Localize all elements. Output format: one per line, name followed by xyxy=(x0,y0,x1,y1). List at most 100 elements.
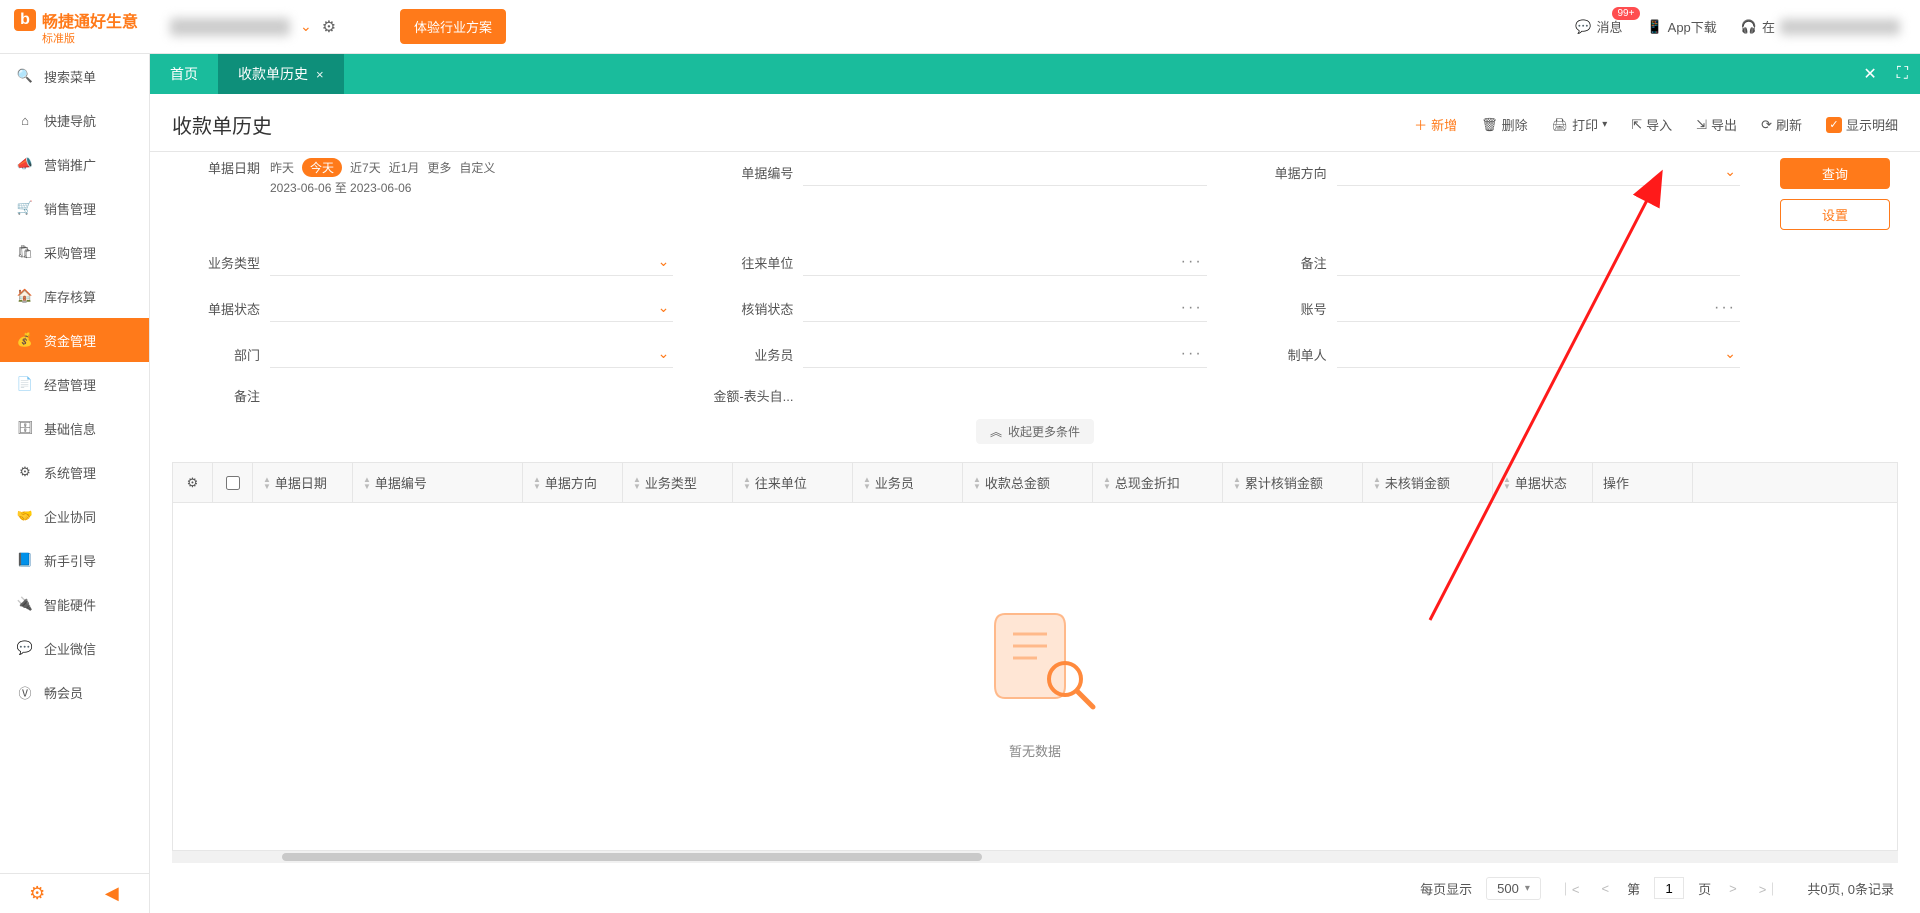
handshake-icon: 🤝 xyxy=(16,508,34,524)
refresh-button[interactable]: ⟳刷新 xyxy=(1761,115,1802,134)
col-6[interactable]: ▲▼收款总金额 xyxy=(963,463,1093,502)
support-link[interactable]: 🎧 在 xyxy=(1741,17,1900,36)
select-all-checkbox[interactable] xyxy=(213,463,253,502)
sidebar-item-vip[interactable]: Ⓥ畅会员 xyxy=(0,670,149,714)
horizontal-scrollbar[interactable] xyxy=(172,851,1898,863)
chevron-down-icon: ▾ xyxy=(1525,883,1530,894)
chevron-down-icon: ▾ xyxy=(1602,119,1607,130)
sidebar-item-bag[interactable]: 🛍采购管理 xyxy=(0,230,149,274)
filter-creator[interactable]: ⌄ xyxy=(1337,340,1740,368)
filter-amount-header[interactable]: 金额-表头自... xyxy=(713,386,803,405)
col-10[interactable]: ▲▼ 单据状态 xyxy=(1493,463,1593,502)
gear-icon[interactable]: ⚙ xyxy=(322,17,336,37)
tab-0[interactable]: 首页 xyxy=(150,54,218,94)
messages-link[interactable]: 💬 消息 99+ xyxy=(1575,17,1622,36)
tab-close-all-icon[interactable]: ✕ xyxy=(1857,60,1882,88)
page-next-button[interactable]: > xyxy=(1725,881,1741,896)
add-button[interactable]: ＋新增 xyxy=(1414,115,1457,134)
col-4[interactable]: ▲▼往来单位 xyxy=(733,463,853,502)
close-icon[interactable]: × xyxy=(316,67,324,82)
filter-doc-status[interactable]: ⌄ xyxy=(270,294,673,322)
company-selector[interactable]: ⌄ ⚙ xyxy=(150,17,380,37)
col-label: 未核销金额 xyxy=(1385,473,1450,492)
col-3[interactable]: ▲▼业务类型 xyxy=(623,463,733,502)
filter-partner[interactable]: ··· xyxy=(803,248,1206,276)
sidebar-item-label: 新手引导 xyxy=(44,551,96,570)
sidebar-settings-icon[interactable]: ⚙ xyxy=(0,883,75,904)
page-input[interactable] xyxy=(1654,877,1684,899)
app-download-link[interactable]: 📱 App下载 xyxy=(1646,17,1716,36)
filter-panel: 单据日期 昨天今天近7天近1月更多自定义 2023-06-06 至 2023-0… xyxy=(150,151,1920,452)
tab-1[interactable]: 收款单历史× xyxy=(218,54,344,94)
sidebar-item-wechat[interactable]: 💬企业微信 xyxy=(0,626,149,670)
date-preset-5[interactable]: 自定义 xyxy=(459,159,495,176)
search-icon: 🔍 xyxy=(16,68,34,84)
date-preset-4[interactable]: 更多 xyxy=(427,159,451,176)
filter-settings-button[interactable]: 设置 xyxy=(1780,199,1890,230)
sidebar-item-label: 畅会员 xyxy=(44,683,83,702)
export-button[interactable]: ⇲导出 xyxy=(1696,115,1737,134)
sidebar-item-warehouse[interactable]: 🏠库存核算 xyxy=(0,274,149,318)
search-button[interactable]: 查询 xyxy=(1780,158,1890,189)
brand-name: 畅捷通好生意 xyxy=(42,8,138,32)
page-last-button[interactable]: >｜ xyxy=(1755,879,1784,898)
date-preset-3[interactable]: 近1月 xyxy=(389,159,420,176)
col-9[interactable]: ▲▼未核销金额 xyxy=(1363,463,1493,502)
col-1[interactable]: ▲▼单据编号 xyxy=(353,463,523,502)
sidebar-item-label: 搜索菜单 xyxy=(44,67,96,86)
col-7[interactable]: ▲▼总现金折扣 xyxy=(1093,463,1223,502)
delete-button[interactable]: 🗑删除 xyxy=(1481,115,1528,134)
sidebar-item-chip[interactable]: 🔌智能硬件 xyxy=(0,582,149,626)
sort-icon: ▲▼ xyxy=(633,476,641,490)
date-preset-0[interactable]: 昨天 xyxy=(270,159,294,176)
per-page-select[interactable]: 500 ▾ xyxy=(1486,877,1541,900)
sidebar-item-search[interactable]: 🔍 搜索菜单 xyxy=(0,54,149,98)
page-prev-button[interactable]: < xyxy=(1598,881,1614,896)
sidebar-item-wallet[interactable]: 💰资金管理 xyxy=(0,318,149,362)
logo-icon: b xyxy=(14,9,36,31)
col-label: 单据状态 xyxy=(1515,473,1567,492)
filter-salesman[interactable]: ··· xyxy=(803,340,1206,368)
sidebar-item-label: 基础信息 xyxy=(44,419,96,438)
sidebar-item-label: 系统管理 xyxy=(44,463,96,482)
chevron-down-icon: ⌄ xyxy=(658,253,670,270)
collapse-filters-button[interactable]: ︽ 收起更多条件 xyxy=(976,419,1094,444)
sort-icon: ▲▼ xyxy=(1503,476,1511,490)
date-range-text: 2023-06-06 至 2023-06-06 xyxy=(270,179,673,196)
sidebar-collapse-icon[interactable]: ◀ xyxy=(75,883,150,904)
empty-illustration xyxy=(965,594,1105,727)
col-0[interactable]: ▲▼单据日期 xyxy=(253,463,353,502)
sidebar-item-handshake[interactable]: 🤝企业协同 xyxy=(0,494,149,538)
col-2[interactable]: ▲▼单据方向 xyxy=(523,463,623,502)
col-5[interactable]: ▲▼业务员 xyxy=(853,463,963,502)
filter-doc-no[interactable] xyxy=(803,158,1206,186)
filter-direction[interactable]: ⌄ xyxy=(1337,158,1740,186)
filter-writeoff-status[interactable]: ··· xyxy=(803,294,1206,322)
col-8[interactable]: ▲▼累计核销金额 xyxy=(1223,463,1363,502)
sidebar-item-doc[interactable]: 📄经营管理 xyxy=(0,362,149,406)
filter-account[interactable]: ··· xyxy=(1337,294,1740,322)
filter-dept[interactable]: ⌄ xyxy=(270,340,673,368)
sidebar-item-home[interactable]: ⌂快捷导航 xyxy=(0,98,149,142)
tab-bar: 首页收款单历史× ✕ ⛶ xyxy=(150,54,1920,94)
filter-biz-type[interactable]: ⌄ xyxy=(270,248,673,276)
sidebar-item-megaphone[interactable]: 📣营销推广 xyxy=(0,142,149,186)
sidebar-item-guide[interactable]: 📘新手引导 xyxy=(0,538,149,582)
date-preset-1[interactable]: 今天 xyxy=(302,158,342,177)
print-button[interactable]: 🖨打印▾ xyxy=(1552,115,1608,134)
sidebar-item-db[interactable]: 🗄基础信息 xyxy=(0,406,149,450)
import-button[interactable]: ⇱导入 xyxy=(1631,115,1672,134)
col-label: 收款总金额 xyxy=(985,473,1050,492)
show-detail-toggle[interactable]: ✓显示明细 xyxy=(1826,115,1898,134)
trial-button[interactable]: 体验行业方案 xyxy=(400,9,506,44)
print-icon: 🖨 xyxy=(1552,117,1569,133)
filter-remark-top[interactable] xyxy=(1337,248,1740,276)
sidebar-item-cart[interactable]: 🛒销售管理 xyxy=(0,186,149,230)
date-preset-2[interactable]: 近7天 xyxy=(350,159,381,176)
page-first-button[interactable]: ｜< xyxy=(1555,879,1584,898)
col-11[interactable]: 操作 xyxy=(1593,463,1693,502)
tab-fullscreen-icon[interactable]: ⛶ xyxy=(1891,61,1914,87)
user-name-redacted xyxy=(1780,19,1900,35)
table-settings-icon[interactable]: ⚙ xyxy=(173,463,213,502)
sidebar-item-gear[interactable]: ⚙系统管理 xyxy=(0,450,149,494)
